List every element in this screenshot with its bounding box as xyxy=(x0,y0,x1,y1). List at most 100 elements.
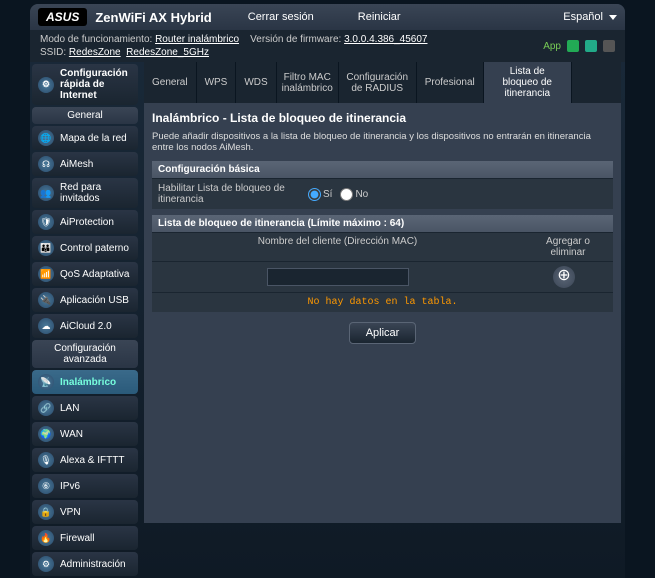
nav-label: Mapa de la red xyxy=(60,133,127,144)
brand-logo: ASUS xyxy=(38,8,87,26)
admin-icon: ⚙ xyxy=(38,556,54,572)
top-bar: ASUS ZenWiFi AX Hybrid Cerrar sesión Rei… xyxy=(30,4,625,30)
nav-label: Inalámbrico xyxy=(60,377,116,388)
radio-no-label: No xyxy=(355,189,368,200)
fw-label: Versión de firmware: xyxy=(250,34,341,45)
map-icon: 🌐 xyxy=(38,130,54,146)
sidebar-item-usb[interactable]: 🔌 Aplicación USB xyxy=(32,288,138,312)
sidebar-item-wan[interactable]: 🌍 WAN xyxy=(32,422,138,446)
language-selector[interactable]: Español xyxy=(563,11,617,23)
ssid1-link[interactable]: RedesZone xyxy=(69,47,121,58)
panel-description: Puede añadir dispositivos a la lista de … xyxy=(152,131,613,153)
nav-label: LAN xyxy=(60,403,79,414)
enable-label: Habilitar Lista de bloqueo de itineranci… xyxy=(158,183,308,205)
column-action: Agregar o eliminar xyxy=(523,233,613,261)
sidebar-item-firewall[interactable]: 🔥 Firewall xyxy=(32,526,138,550)
general-section-title: General xyxy=(32,107,138,124)
wifi-icon: 📡 xyxy=(38,374,54,390)
gauge-icon: 📶 xyxy=(38,266,54,282)
sidebar-item-lan[interactable]: 🔗 LAN xyxy=(32,396,138,420)
nav-label: Aplicación USB xyxy=(60,295,129,306)
sidebar-item-admin[interactable]: ⚙ Administración xyxy=(32,552,138,576)
quick-label: Configuración rápida de Internet xyxy=(60,68,132,101)
family-icon: 👪 xyxy=(38,240,54,256)
add-button[interactable]: ⊕ xyxy=(553,266,575,288)
product-name: ZenWiFi AX Hybrid xyxy=(95,10,211,25)
logout-button[interactable]: Cerrar sesión xyxy=(240,7,322,27)
nav-label: Administración xyxy=(60,559,126,570)
sidebar-item-guest[interactable]: 👥 Red para invitados xyxy=(32,178,138,208)
status-icon-1[interactable] xyxy=(567,40,579,52)
tab-radius[interactable]: Configuración de RADIUS xyxy=(339,62,417,103)
quick-setup-button[interactable]: ⚙ Configuración rápida de Internet xyxy=(32,64,138,105)
no-data-message: No hay datos en la tabla. xyxy=(152,292,613,312)
nav-label: Red para invitados xyxy=(60,182,132,204)
lan-icon: 🔗 xyxy=(38,400,54,416)
tab-general[interactable]: General xyxy=(144,62,197,103)
ssid2-link[interactable]: RedesZone_5GHz xyxy=(126,47,209,58)
tab-mac-filter[interactable]: Filtro MAC inalámbrico xyxy=(277,62,339,103)
apply-button[interactable]: Aplicar xyxy=(349,322,417,344)
cloud-icon: ☁ xyxy=(38,318,54,334)
info-bar: Modo de funcionamiento: Router inalámbri… xyxy=(30,30,625,62)
radio-no-input[interactable] xyxy=(340,188,353,201)
gear-icon: ⚙ xyxy=(38,77,54,93)
fire-icon: 🔥 xyxy=(38,530,54,546)
fw-link[interactable]: 3.0.0.4.386_45607 xyxy=(344,34,427,45)
mode-label: Modo de funcionamiento: xyxy=(40,34,152,45)
nav-label: AiCloud 2.0 xyxy=(60,321,112,332)
nav-label: WAN xyxy=(60,429,83,440)
reboot-button[interactable]: Reiniciar xyxy=(350,7,409,27)
tab-wds[interactable]: WDS xyxy=(236,62,276,103)
basic-config-header: Configuración básica xyxy=(152,161,613,178)
mac-address-input[interactable] xyxy=(267,268,409,286)
voice-icon: 🎙 xyxy=(38,452,54,468)
ipv6-icon: ⑥ xyxy=(38,478,54,494)
sidebar-item-vpn[interactable]: 🔒 VPN xyxy=(32,500,138,524)
radio-yes-label: Sí xyxy=(323,189,332,200)
nav-label: Firewall xyxy=(60,533,94,544)
mesh-icon: ☊ xyxy=(38,156,54,172)
panel-title: Inalámbrico - Lista de bloqueo de itiner… xyxy=(152,111,613,125)
nav-label: AiProtection xyxy=(60,217,114,228)
sidebar-item-ipv6[interactable]: ⑥ IPv6 xyxy=(32,474,138,498)
sidebar-item-wireless[interactable]: 📡 Inalámbrico xyxy=(32,370,138,394)
sidebar-item-aimesh[interactable]: ☊ AiMesh xyxy=(32,152,138,176)
sidebar-item-alexa[interactable]: 🎙 Alexa & IFTTT xyxy=(32,448,138,472)
tab-roaming-block[interactable]: Lista de bloqueo de itinerancia xyxy=(484,62,572,103)
nav-label: QoS Adaptativa xyxy=(60,269,130,280)
sidebar-item-parental[interactable]: 👪 Control paterno xyxy=(32,236,138,260)
status-icon-2[interactable] xyxy=(585,40,597,52)
radio-yes-input[interactable] xyxy=(308,188,321,201)
shield-icon: 🛡 xyxy=(38,214,54,230)
radio-yes[interactable]: Sí xyxy=(308,188,332,201)
mode-link[interactable]: Router inalámbrico xyxy=(155,34,239,45)
usb-icon: 🔌 xyxy=(38,292,54,308)
main-panel: General WPS WDS Filtro MAC inalámbrico C… xyxy=(140,62,625,578)
sidebar-item-network-map[interactable]: 🌐 Mapa de la red xyxy=(32,126,138,150)
sidebar-item-aiprotection[interactable]: 🛡 AiProtection xyxy=(32,210,138,234)
globe-icon: 🌍 xyxy=(38,426,54,442)
nav-label: VPN xyxy=(60,507,81,518)
advanced-section-title: Configuración avanzada xyxy=(32,340,138,368)
tabs: General WPS WDS Filtro MAC inalámbrico C… xyxy=(144,62,621,103)
tab-professional[interactable]: Profesional xyxy=(417,62,484,103)
radio-no[interactable]: No xyxy=(340,188,368,201)
language-label: Español xyxy=(563,11,603,23)
nav-label: Control paterno xyxy=(60,243,129,254)
sidebar-item-aicloud[interactable]: ☁ AiCloud 2.0 xyxy=(32,314,138,338)
list-header: Lista de bloqueo de itinerancia (Límite … xyxy=(152,215,613,232)
nav-label: Alexa & IFTTT xyxy=(60,455,124,466)
app-label[interactable]: App xyxy=(543,41,561,52)
chevron-down-icon xyxy=(609,15,617,20)
sidebar-item-qos[interactable]: 📶 QoS Adaptativa xyxy=(32,262,138,286)
guest-icon: 👥 xyxy=(38,185,54,201)
column-client-name: Nombre del cliente (Dirección MAC) xyxy=(152,233,523,261)
tab-wps[interactable]: WPS xyxy=(197,62,237,103)
sidebar: ⚙ Configuración rápida de Internet Gener… xyxy=(30,62,140,578)
ssid-label: SSID: xyxy=(40,47,66,58)
nav-label: AiMesh xyxy=(60,159,93,170)
lock-icon: 🔒 xyxy=(38,504,54,520)
status-icon-3[interactable] xyxy=(603,40,615,52)
nav-label: IPv6 xyxy=(60,481,80,492)
